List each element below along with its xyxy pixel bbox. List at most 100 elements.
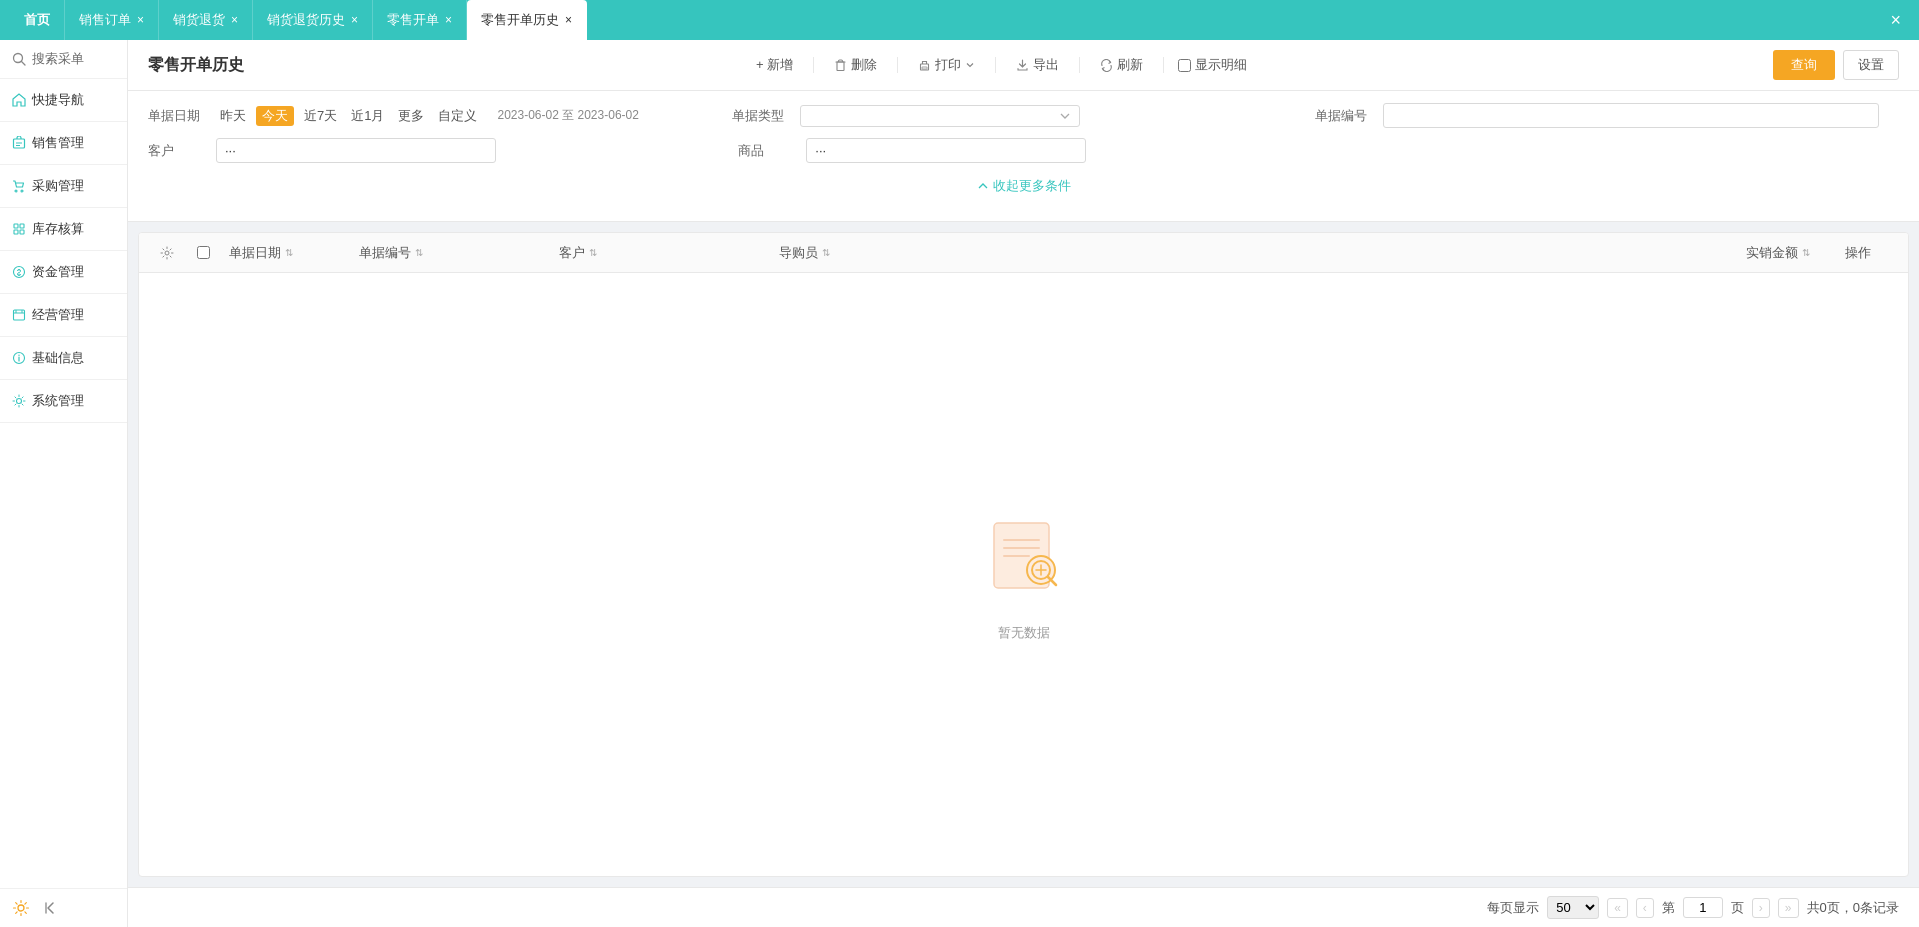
delete-icon	[834, 59, 847, 72]
th-salesperson[interactable]: 导购员 ⇅	[771, 236, 891, 270]
content-area: 零售开单历史 + 新增 删除	[128, 40, 1919, 927]
dropdown-icon	[1059, 110, 1071, 122]
tab-homepage[interactable]: 首页	[10, 0, 65, 40]
total-text: 共0页，0条记录	[1807, 899, 1899, 917]
th-date[interactable]: 单据日期 ⇅	[221, 236, 351, 270]
svg-line-1	[22, 62, 26, 66]
export-icon	[1016, 59, 1029, 72]
tab-sales-return-close[interactable]: ×	[231, 13, 238, 27]
filter-section-goods: 商品 ···	[738, 138, 1308, 163]
collapse-icon	[977, 180, 989, 192]
date-opt-1month[interactable]: 近1月	[347, 106, 388, 126]
goods-select[interactable]: ···	[806, 138, 1086, 163]
sidebar-inventory-label: 库存核算	[32, 220, 84, 238]
gear-icon[interactable]	[12, 899, 30, 917]
customer-label: 客户	[148, 142, 208, 160]
date-opt-today[interactable]: 今天	[256, 106, 294, 126]
sidebar-finance-label: 资金管理	[32, 263, 84, 281]
th-action-label: 操作	[1845, 244, 1871, 262]
tab-sales-order[interactable]: 销售订单 ×	[65, 0, 159, 40]
th-amount[interactable]: 实销金额 ⇅	[891, 236, 1818, 270]
finance-icon	[12, 265, 26, 279]
next-page-button[interactable]: ›	[1752, 898, 1770, 918]
purchase-icon	[12, 179, 26, 193]
refresh-button[interactable]: 刷新	[1094, 52, 1149, 78]
docno-label: 单据编号	[1315, 107, 1375, 125]
sidebar: 搜索采单 快捷导航 销售管理 采购管理	[0, 40, 128, 927]
date-range-value: 2023-06-02 至 2023-06-02	[497, 107, 638, 124]
doctype-select[interactable]	[800, 105, 1080, 127]
sidebar-item-sales[interactable]: 销售管理	[0, 122, 127, 165]
docno-input[interactable]	[1383, 103, 1879, 128]
empty-illustration	[974, 508, 1074, 608]
empty-state: 暂无数据	[139, 273, 1908, 876]
refresh-label: 刷新	[1117, 56, 1143, 74]
sort-date-icon: ⇅	[285, 247, 293, 258]
home-icon	[12, 93, 26, 107]
print-dropdown-icon	[965, 60, 975, 70]
sidebar-search[interactable]: 搜索采单	[0, 40, 127, 79]
sidebar-item-purchase[interactable]: 采购管理	[0, 165, 127, 208]
sidebar-item-management[interactable]: 经营管理	[0, 294, 127, 337]
setting-button[interactable]: 设置	[1843, 50, 1899, 80]
th-checkbox[interactable]	[185, 238, 221, 267]
display-detail-label: 显示明细	[1195, 56, 1247, 74]
date-opt-7days[interactable]: 近7天	[300, 106, 341, 126]
last-page-button[interactable]: »	[1778, 898, 1799, 918]
tab-return-history[interactable]: 销货退货历史 ×	[253, 0, 373, 40]
sort-salesperson-icon: ⇅	[822, 247, 830, 258]
tab-retail-history[interactable]: 零售开单历史 ×	[467, 0, 587, 40]
th-customer-label: 客户	[559, 244, 585, 262]
th-action: 操作	[1818, 236, 1898, 270]
print-button[interactable]: 打印	[912, 52, 981, 78]
tab-sales-return[interactable]: 销货退货 ×	[159, 0, 253, 40]
date-options: 昨天 今天 近7天 近1月 更多 自定义 2023-06-02 至 2023-0…	[216, 106, 639, 126]
first-page-button[interactable]: «	[1607, 898, 1628, 918]
filter-collapse-row: 收起更多条件	[148, 173, 1899, 199]
sidebar-item-system[interactable]: 系统管理	[0, 380, 127, 423]
date-opt-more[interactable]: 更多	[394, 106, 428, 126]
export-label: 导出	[1033, 56, 1059, 74]
page-input[interactable]	[1683, 897, 1723, 918]
add-button[interactable]: + 新增	[750, 52, 799, 78]
table-area: 单据日期 ⇅ 单据编号 ⇅ 客户 ⇅ 导购员 ⇅ 实销金额 ⇅	[138, 232, 1909, 877]
sidebar-item-finance[interactable]: 资金管理	[0, 251, 127, 294]
settings-icon	[160, 246, 174, 260]
th-settings[interactable]	[149, 238, 185, 268]
th-customer[interactable]: 客户 ⇅	[551, 236, 771, 270]
tab-retail-history-close[interactable]: ×	[565, 13, 572, 27]
tab-homepage-label: 首页	[24, 11, 50, 29]
goods-label: 商品	[738, 142, 798, 160]
display-detail-input[interactable]	[1178, 59, 1191, 72]
date-opt-custom[interactable]: 自定义	[434, 106, 481, 126]
prev-page-button[interactable]: ‹	[1636, 898, 1654, 918]
window-close-button[interactable]: ×	[1882, 10, 1909, 31]
sidebar-item-basic-info[interactable]: 基础信息	[0, 337, 127, 380]
divider-5	[1163, 57, 1164, 73]
info-icon	[12, 351, 26, 365]
tab-retail-order-close[interactable]: ×	[445, 13, 452, 27]
collapse-icon[interactable]	[42, 899, 60, 917]
sidebar-item-inventory[interactable]: 库存核算	[0, 208, 127, 251]
divider-1	[813, 57, 814, 73]
svg-rect-7	[14, 224, 18, 228]
export-button[interactable]: 导出	[1010, 52, 1065, 78]
sidebar-item-nav[interactable]: 快捷导航	[0, 79, 127, 122]
print-icon	[918, 59, 931, 72]
sort-amount-icon: ⇅	[1802, 247, 1810, 258]
tab-retail-order[interactable]: 零售开单 ×	[373, 0, 467, 40]
sort-orderno-icon: ⇅	[415, 247, 423, 258]
display-detail-checkbox[interactable]: 显示明细	[1178, 56, 1247, 74]
th-order-no[interactable]: 单据编号 ⇅	[351, 236, 551, 270]
select-all-checkbox[interactable]	[197, 246, 210, 259]
date-opt-yesterday[interactable]: 昨天	[216, 106, 250, 126]
collapse-more-btn[interactable]: 收起更多条件	[977, 173, 1071, 199]
tab-sales-order-close[interactable]: ×	[137, 13, 144, 27]
query-button-main[interactable]: 查询	[1773, 50, 1835, 80]
tab-return-history-close[interactable]: ×	[351, 13, 358, 27]
per-page-select[interactable]: 50 20 100	[1547, 896, 1599, 919]
delete-button[interactable]: 删除	[828, 52, 883, 78]
svg-rect-22	[837, 62, 844, 71]
customer-select[interactable]: ···	[216, 138, 496, 163]
filter-section-doctype: 单据类型	[732, 105, 1296, 127]
